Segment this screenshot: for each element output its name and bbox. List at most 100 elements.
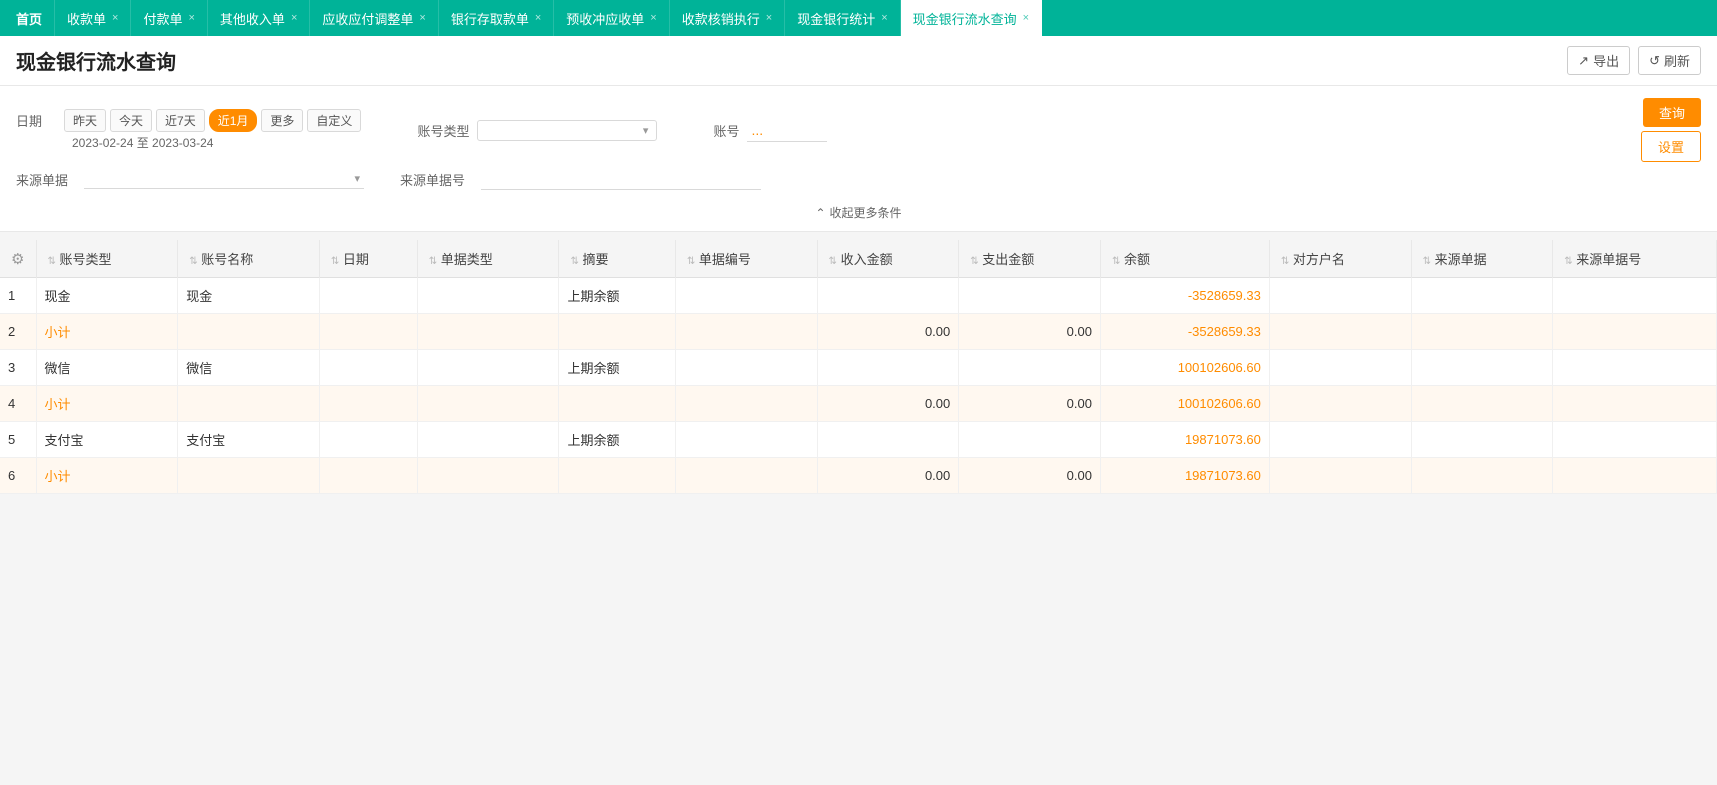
col-summary[interactable]: ⇅ 摘要 — [559, 240, 675, 278]
expense-cell — [959, 350, 1101, 386]
source-doc-label: 来源单据 — [16, 170, 68, 189]
acct-name-cell — [178, 458, 320, 494]
balance-cell: 19871073.60 — [1100, 422, 1269, 458]
nav-item-cash-stat[interactable]: 现金银行统计 × — [785, 0, 900, 36]
nav-label-cash-flow: 现金银行流水查询 — [913, 9, 1017, 28]
collapse-bar[interactable]: ⌃ 收起更多条件 — [16, 200, 1701, 227]
account-type-select[interactable]: ▾ — [477, 120, 657, 141]
close-icon-writeoff[interactable]: × — [766, 12, 772, 24]
col-date[interactable]: ⇅ 日期 — [319, 240, 417, 278]
account-label: 账号 — [713, 121, 739, 140]
settings-button[interactable]: 设置 — [1641, 131, 1701, 162]
close-icon-cash-flow[interactable]: × — [1023, 12, 1029, 24]
balance-cell: 19871073.60 — [1100, 458, 1269, 494]
nav-item-bank-deposit[interactable]: 银行存取款单 × — [439, 0, 554, 36]
date-cell — [319, 278, 417, 314]
account-type-label: 账号类型 — [417, 121, 469, 140]
refresh-button[interactable]: ↺ 刷新 — [1638, 46, 1701, 75]
sort-icon-acct-type: ⇅ — [48, 256, 56, 267]
nav-item-cash-flow[interactable]: 现金银行流水查询 × — [901, 0, 1042, 36]
nav-item-writeoff[interactable]: 收款核销执行 × — [670, 0, 785, 36]
date-cell — [319, 314, 417, 350]
source-doc-cell — [1411, 314, 1553, 350]
counterpart-cell — [1269, 458, 1411, 494]
acct-type-cell: 小计 — [36, 386, 178, 422]
expense-cell: 0.00 — [959, 314, 1101, 350]
close-icon-cash-stat[interactable]: × — [881, 12, 887, 24]
acct-type-cell: 微信 — [36, 350, 178, 386]
table-row[interactable]: 4小计0.000.00100102606.60 — [0, 386, 1717, 422]
date-btn-yesterday[interactable]: 昨天 — [64, 109, 106, 132]
doc-no-cell — [675, 386, 817, 422]
filter-row-2: 来源单据 ▾ 来源单据号 — [16, 168, 1701, 190]
nav-item-other-income[interactable]: 其他收入单 × — [208, 0, 310, 36]
acct-type-cell: 现金 — [36, 278, 178, 314]
table-row[interactable]: 3微信微信上期余额100102606.60 — [0, 350, 1717, 386]
col-acct-name[interactable]: ⇅ 账号名称 — [178, 240, 320, 278]
top-navigation: 首页 收款单 × 付款单 × 其他收入单 × 应收应付调整单 × 银行存取款单 … — [0, 0, 1717, 36]
balance-cell: -3528659.33 — [1100, 314, 1269, 350]
nav-item-prepay-offset[interactable]: 预收冲应收单 × — [554, 0, 669, 36]
date-options: 昨天 今天 近7天 近1月 更多 自定义 — [64, 109, 361, 132]
col-balance[interactable]: ⇅ 余额 — [1100, 240, 1269, 278]
nav-item-payment[interactable]: 付款单 × — [131, 0, 207, 36]
page-title: 现金银行流水查询 — [16, 46, 176, 75]
col-income[interactable]: ⇅ 收入金额 — [817, 240, 959, 278]
income-cell — [817, 350, 959, 386]
counterpart-cell — [1269, 422, 1411, 458]
date-btn-more[interactable]: 更多 — [261, 109, 303, 132]
col-doc-type[interactable]: ⇅ 单据类型 — [417, 240, 559, 278]
expense-cell — [959, 422, 1101, 458]
row-num: 5 — [0, 422, 36, 458]
doc-no-cell — [675, 278, 817, 314]
table-row[interactable]: 2小计0.000.00-3528659.33 — [0, 314, 1717, 350]
source-doc-no-cell — [1553, 458, 1717, 494]
col-doc-no[interactable]: ⇅ 单据编号 — [675, 240, 817, 278]
account-dots-button[interactable]: ... — [747, 119, 827, 142]
sort-icon-acct-name: ⇅ — [189, 256, 197, 267]
nav-item-ar-ap-adjust[interactable]: 应收应付调整单 × — [310, 0, 438, 36]
expense-cell — [959, 278, 1101, 314]
source-doc-select[interactable]: ▾ — [84, 169, 364, 189]
counterpart-cell — [1269, 350, 1411, 386]
close-icon-receipt[interactable]: × — [112, 12, 118, 24]
nav-label-ar-ap-adjust: 应收应付调整单 — [322, 9, 413, 28]
date-btn-7days[interactable]: 近7天 — [156, 109, 205, 132]
row-num: 4 — [0, 386, 36, 422]
income-cell: 0.00 — [817, 458, 959, 494]
close-icon-prepay-offset[interactable]: × — [650, 12, 656, 24]
query-button[interactable]: 查询 — [1643, 98, 1701, 127]
summary-cell: 上期余额 — [559, 278, 675, 314]
source-doc-cell — [1411, 350, 1553, 386]
export-button[interactable]: ↗ 导出 — [1567, 46, 1630, 75]
table-row[interactable]: 5支付宝支付宝上期余额19871073.60 — [0, 422, 1717, 458]
doc-type-cell — [417, 422, 559, 458]
date-btn-1month[interactable]: 近1月 — [209, 109, 258, 132]
col-source-doc-no[interactable]: ⇅ 来源单据号 — [1553, 240, 1717, 278]
table-settings-icon[interactable]: ⚙ — [11, 251, 24, 268]
source-doc-no-cell — [1553, 350, 1717, 386]
date-btn-today[interactable]: 今天 — [110, 109, 152, 132]
col-acct-type[interactable]: ⇅ 账号类型 — [36, 240, 178, 278]
income-cell — [817, 422, 959, 458]
close-icon-ar-ap-adjust[interactable]: × — [419, 12, 425, 24]
col-source-doc[interactable]: ⇅ 来源单据 — [1411, 240, 1553, 278]
doc-type-cell — [417, 350, 559, 386]
close-icon-bank-deposit[interactable]: × — [535, 12, 541, 24]
table-row[interactable]: 6小计0.000.0019871073.60 — [0, 458, 1717, 494]
col-counterpart[interactable]: ⇅ 对方户名 — [1269, 240, 1411, 278]
close-icon-other-income[interactable]: × — [291, 12, 297, 24]
nav-item-receipt[interactable]: 收款单 × — [55, 0, 131, 36]
source-doc-cell — [1411, 422, 1553, 458]
col-expense[interactable]: ⇅ 支出金额 — [959, 240, 1101, 278]
source-doc-no-input[interactable] — [481, 168, 761, 190]
date-btn-custom[interactable]: 自定义 — [307, 109, 361, 132]
nav-item-home[interactable]: 首页 — [4, 0, 55, 36]
source-doc-no-label: 来源单据号 — [400, 170, 465, 189]
counterpart-cell — [1269, 314, 1411, 350]
close-icon-payment[interactable]: × — [188, 12, 194, 24]
table-row[interactable]: 1现金现金上期余额-3528659.33 — [0, 278, 1717, 314]
expense-cell: 0.00 — [959, 386, 1101, 422]
source-doc-no-cell — [1553, 278, 1717, 314]
acct-name-cell: 现金 — [178, 278, 320, 314]
